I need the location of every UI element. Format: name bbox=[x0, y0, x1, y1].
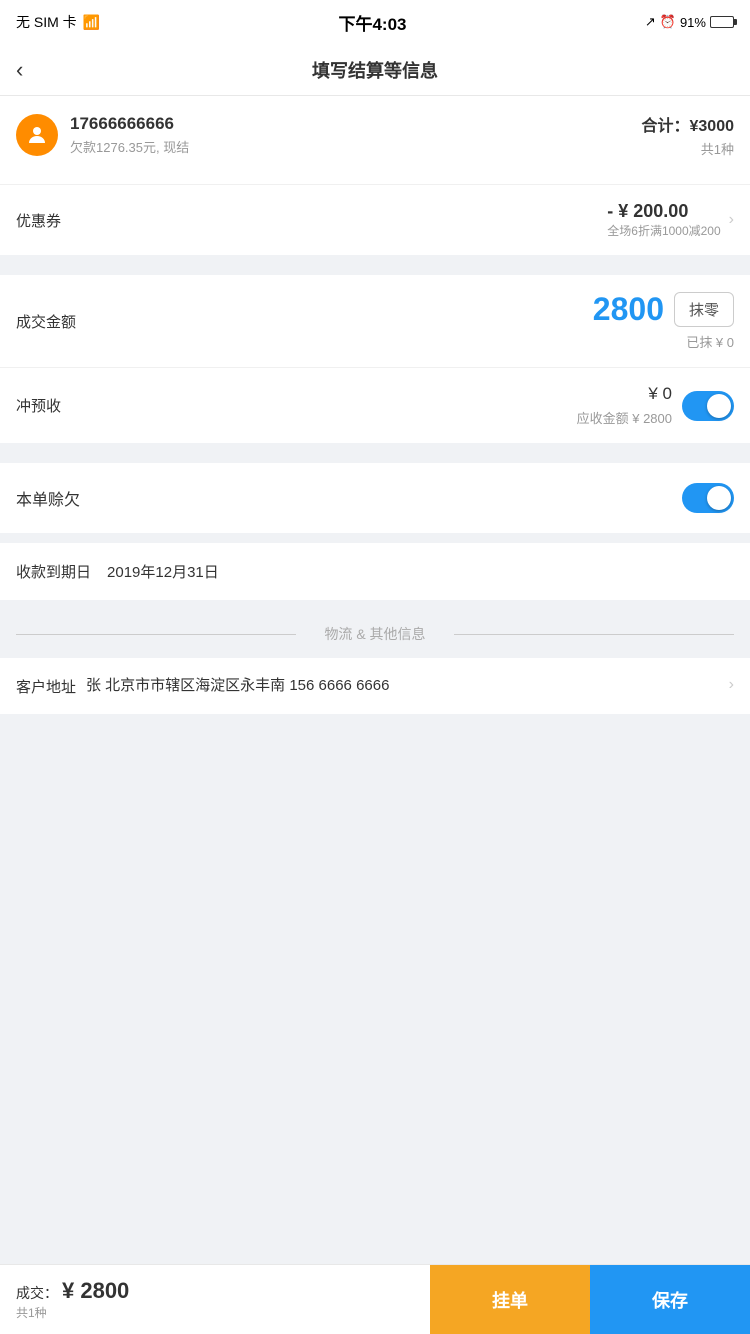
bottom-bar: 成交： ¥ 2800 共1种 挂单 保存 bbox=[0, 1264, 750, 1334]
deal-amount-value: 2800 抹零 已抹 ¥ 0 bbox=[593, 291, 734, 351]
page-title: 填写结算等信息 bbox=[312, 57, 438, 83]
section-divider-2 bbox=[0, 453, 750, 463]
section-divider-1 bbox=[0, 265, 750, 275]
coupon-row[interactable]: 优惠券 - ¥ 200.00 全场6折满1000减200 › bbox=[0, 184, 750, 255]
coupon-chevron-icon: › bbox=[729, 211, 734, 229]
gps-icon: ↗ bbox=[645, 14, 656, 30]
content: 17666666666 欠款1276.35元, 现结 合计：¥3000 共1种 … bbox=[0, 96, 750, 1004]
deal-amount-row: 成交金额 2800 抹零 已抹 ¥ 0 bbox=[0, 275, 750, 368]
credit-row: 本单赊欠 bbox=[0, 463, 750, 533]
address-value: 张 北京市市辖区海淀区永丰南 156 6666 6666 bbox=[86, 674, 729, 698]
address-chevron-icon: › bbox=[729, 674, 734, 694]
empty-area bbox=[0, 724, 750, 924]
prepay-value-wrap: ¥ 0 应收金额 ¥ 2800 bbox=[577, 384, 734, 427]
credit-label: 本单赊欠 bbox=[16, 486, 80, 510]
address-label: 客户地址 bbox=[16, 674, 86, 697]
customer-left: 17666666666 欠款1276.35元, 现结 bbox=[16, 114, 189, 156]
nav-bar: ‹ 填写结算等信息 bbox=[0, 44, 750, 96]
hang-order-button[interactable]: 挂单 bbox=[430, 1265, 590, 1334]
battery-percentage: 91% bbox=[680, 15, 706, 30]
customer-phone: 17666666666 bbox=[70, 114, 189, 134]
logistics-label: 物流 & 其他信息 bbox=[324, 624, 425, 644]
status-time: 下午4:03 bbox=[338, 10, 406, 35]
customer-debt: 欠款1276.35元, 现结 bbox=[70, 137, 189, 156]
summary-count: 共1种 bbox=[16, 1304, 414, 1321]
battery-icon bbox=[710, 16, 734, 28]
hang-order-label: 挂单 bbox=[492, 1287, 528, 1313]
customer-row: 17666666666 欠款1276.35元, 现结 合计：¥3000 共1种 bbox=[0, 96, 750, 174]
coupon-description: 全场6折满1000减200 bbox=[607, 222, 720, 239]
deal-amount-label: 成交金额 bbox=[16, 311, 96, 332]
due-date-row: 收款到期日 2019年12月31日 bbox=[0, 543, 750, 600]
customer-right: 合计：¥3000 共1种 bbox=[642, 112, 735, 158]
coupon-discount: - ¥ 200.00 bbox=[607, 201, 720, 222]
prepay-amount: ¥ 0 bbox=[648, 384, 672, 404]
summary-amount: ¥ 2800 bbox=[62, 1278, 129, 1304]
avatar bbox=[16, 114, 58, 156]
round-zero-button[interactable]: 抹零 bbox=[674, 292, 734, 327]
deal-amount-wrap: 2800 抹零 已抹 ¥ 0 bbox=[593, 291, 734, 351]
customer-card: 17666666666 欠款1276.35元, 现结 合计：¥3000 共1种 … bbox=[0, 96, 750, 255]
credit-section: 本单赊欠 bbox=[0, 463, 750, 533]
back-button[interactable]: ‹ bbox=[16, 57, 23, 83]
coupon-right: - ¥ 200.00 全场6折满1000减200 › bbox=[607, 201, 734, 239]
prepay-right: ¥ 0 应收金额 ¥ 2800 bbox=[577, 384, 672, 427]
logistics-divider: 物流 & 其他信息 bbox=[0, 610, 750, 658]
coupon-label: 优惠券 bbox=[16, 210, 61, 231]
prepay-row: 冲预收 ¥ 0 应收金额 ¥ 2800 bbox=[0, 368, 750, 443]
status-left: 无 SIM 卡 📶 bbox=[16, 12, 100, 32]
prepay-toggle[interactable] bbox=[682, 391, 734, 421]
prepay-label: 冲预收 bbox=[16, 395, 96, 416]
alarm-icon: ⏰ bbox=[660, 14, 676, 30]
wifi-icon: 📶 bbox=[83, 14, 100, 31]
summary-label: 成交： bbox=[16, 1283, 58, 1303]
address-row[interactable]: 客户地址 张 北京市市辖区海淀区永丰南 156 6666 6666 › bbox=[0, 658, 750, 714]
deal-amount-number: 2800 bbox=[593, 291, 664, 328]
prepay-note: 应收金额 ¥ 2800 bbox=[577, 408, 672, 427]
save-button[interactable]: 保存 bbox=[590, 1265, 750, 1334]
erased-amount: 已抹 ¥ 0 bbox=[686, 332, 734, 351]
order-count: 共1种 bbox=[642, 139, 735, 158]
status-bar: 无 SIM 卡 📶 下午4:03 ↗ ⏰ 91% bbox=[0, 0, 750, 44]
coupon-info: - ¥ 200.00 全场6折满1000减200 bbox=[607, 201, 720, 239]
bottom-summary: 成交： ¥ 2800 共1种 bbox=[0, 1265, 430, 1334]
logistics-line-left bbox=[16, 634, 296, 635]
customer-info: 17666666666 欠款1276.35元, 现结 bbox=[70, 114, 189, 156]
status-right: ↗ ⏰ 91% bbox=[645, 14, 734, 30]
order-total: 合计：¥3000 bbox=[642, 112, 735, 136]
deal-amount-section: 成交金额 2800 抹零 已抹 ¥ 0 冲预收 ¥ 0 应收金额 ¥ 2800 bbox=[0, 275, 750, 443]
carrier-label: 无 SIM 卡 bbox=[16, 12, 77, 32]
due-date-value: 2019年12月31日 bbox=[107, 561, 219, 582]
save-label: 保存 bbox=[652, 1287, 688, 1313]
due-date-label: 收款到期日 bbox=[16, 561, 91, 582]
credit-toggle[interactable] bbox=[682, 483, 734, 513]
logistics-line-right bbox=[454, 634, 734, 635]
